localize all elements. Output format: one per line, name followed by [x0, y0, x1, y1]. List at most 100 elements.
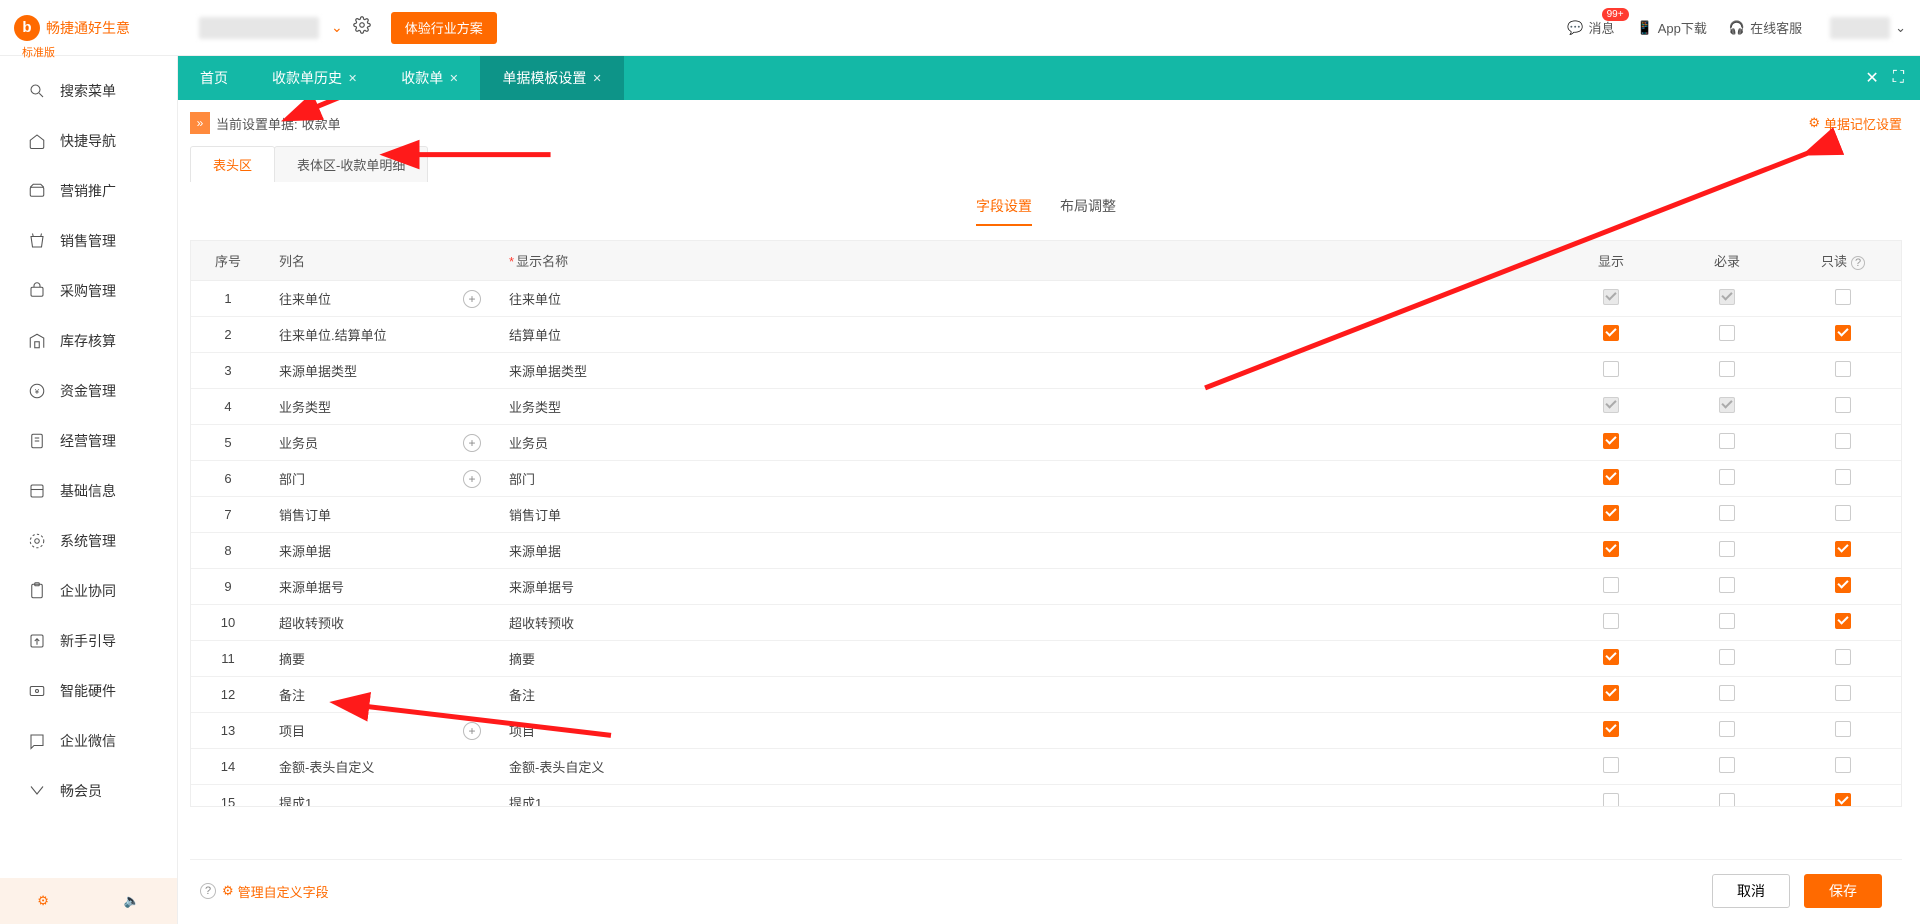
cell-display[interactable]: 来源单据	[495, 541, 1553, 560]
cell-display[interactable]: 项目	[495, 721, 1553, 740]
checkbox[interactable]	[1603, 541, 1619, 557]
sidebar-item[interactable]: 基础信息	[0, 466, 177, 516]
save-button[interactable]: 保存	[1804, 874, 1882, 908]
cell-display[interactable]: 备注	[495, 685, 1553, 704]
checkbox[interactable]	[1603, 757, 1619, 773]
checkbox[interactable]	[1835, 721, 1851, 737]
cell-display[interactable]: 业务员	[495, 433, 1553, 452]
checkbox[interactable]	[1835, 793, 1851, 806]
checkbox[interactable]	[1835, 757, 1851, 773]
checkbox[interactable]	[1719, 361, 1735, 377]
cell-display[interactable]: 摘要	[495, 649, 1553, 668]
sidebar-item[interactable]: ¥资金管理	[0, 366, 177, 416]
page-tab[interactable]: 收款单✕	[379, 56, 480, 100]
sidebar-item[interactable]: 采购管理	[0, 266, 177, 316]
cancel-button[interactable]: 取消	[1712, 874, 1790, 908]
checkbox[interactable]	[1603, 577, 1619, 593]
page-tab[interactable]: 单据模板设置✕	[480, 56, 623, 100]
sub-tab[interactable]: 布局调整	[1060, 196, 1116, 226]
cell-display[interactable]: 来源单据号	[495, 577, 1553, 596]
fullscreen-icon[interactable]: ⛶	[1893, 69, 1904, 87]
cell-display[interactable]: 业务类型	[495, 397, 1553, 416]
user-menu[interactable]: ⌄	[1824, 17, 1906, 39]
checkbox[interactable]	[1835, 397, 1851, 413]
checkbox[interactable]	[1603, 721, 1619, 737]
memory-settings-link[interactable]: ⚙ 单据记忆设置	[1808, 114, 1902, 133]
page-tab[interactable]: 首页	[178, 56, 250, 100]
close-icon[interactable]: ✕	[592, 72, 601, 85]
sidebar-item[interactable]: 搜索菜单	[0, 66, 177, 116]
sidebar-item[interactable]: 销售管理	[0, 216, 177, 266]
sidebar-item[interactable]: 智能硬件	[0, 666, 177, 716]
close-all-icon[interactable]: ✕	[1865, 68, 1878, 88]
cell-display[interactable]: 提成1	[495, 793, 1553, 806]
org-selector[interactable]: ⌄	[199, 17, 343, 39]
checkbox[interactable]	[1719, 469, 1735, 485]
checkbox[interactable]	[1603, 613, 1619, 629]
checkbox[interactable]	[1835, 433, 1851, 449]
close-icon[interactable]: ✕	[348, 72, 357, 85]
add-icon[interactable]: +	[463, 290, 481, 308]
sidebar-item[interactable]: 畅会员	[0, 766, 177, 816]
sound-icon[interactable]: 🔈	[124, 893, 140, 909]
checkbox[interactable]	[1719, 721, 1735, 737]
checkbox[interactable]	[1835, 541, 1851, 557]
checkbox[interactable]	[1719, 325, 1735, 341]
zone-tab[interactable]: 表头区	[190, 146, 275, 182]
checkbox[interactable]	[1603, 361, 1619, 377]
checkbox[interactable]	[1835, 649, 1851, 665]
checkbox[interactable]	[1719, 649, 1735, 665]
help-icon[interactable]: ?	[200, 883, 216, 899]
checkbox[interactable]	[1603, 433, 1619, 449]
checkbox[interactable]	[1603, 505, 1619, 521]
collapse-toggle-icon[interactable]: »	[190, 112, 210, 134]
checkbox[interactable]	[1719, 577, 1735, 593]
cell-display[interactable]: 往来单位	[495, 289, 1553, 308]
sidebar-item[interactable]: 系统管理	[0, 516, 177, 566]
cell-display[interactable]: 金额-表头自定义	[495, 757, 1553, 776]
checkbox[interactable]	[1719, 757, 1735, 773]
sidebar-item[interactable]: 快捷导航	[0, 116, 177, 166]
add-icon[interactable]: +	[463, 470, 481, 488]
app-download-link[interactable]: 📱 App下载	[1637, 18, 1707, 37]
custom-fields-link[interactable]: ⚙ 管理自定义字段	[222, 882, 329, 901]
sidebar-item[interactable]: 库存核算	[0, 316, 177, 366]
checkbox[interactable]	[1719, 793, 1735, 806]
add-icon[interactable]: +	[463, 722, 481, 740]
help-icon[interactable]: ?	[1851, 256, 1865, 270]
checkbox[interactable]	[1719, 541, 1735, 557]
checkbox[interactable]	[1835, 469, 1851, 485]
checkbox[interactable]	[1719, 685, 1735, 701]
add-icon[interactable]: +	[463, 434, 481, 452]
checkbox[interactable]	[1835, 289, 1851, 305]
sidebar-item[interactable]: 企业协同	[0, 566, 177, 616]
sub-tab[interactable]: 字段设置	[976, 196, 1032, 226]
checkbox[interactable]	[1719, 433, 1735, 449]
checkbox[interactable]	[1603, 685, 1619, 701]
checkbox[interactable]	[1719, 505, 1735, 521]
checkbox[interactable]	[1835, 577, 1851, 593]
sidebar-item[interactable]: 企业微信	[0, 716, 177, 766]
online-service-link[interactable]: 🎧 在线客服	[1729, 18, 1802, 37]
checkbox[interactable]	[1603, 325, 1619, 341]
sidebar-item[interactable]: 营销推广	[0, 166, 177, 216]
checkbox[interactable]	[1719, 613, 1735, 629]
checkbox[interactable]	[1603, 649, 1619, 665]
gear-icon[interactable]: ⚙	[37, 893, 49, 909]
sidebar-item[interactable]: 新手引导	[0, 616, 177, 666]
checkbox[interactable]	[1835, 685, 1851, 701]
checkbox[interactable]	[1835, 505, 1851, 521]
close-icon[interactable]: ✕	[449, 72, 458, 85]
checkbox[interactable]	[1603, 793, 1619, 806]
checkbox[interactable]	[1835, 613, 1851, 629]
messages-link[interactable]: 💬 消息 99+	[1567, 18, 1614, 37]
cell-display[interactable]: 部门	[495, 469, 1553, 488]
sidebar-item[interactable]: 经营管理	[0, 416, 177, 466]
checkbox[interactable]	[1603, 469, 1619, 485]
cell-display[interactable]: 来源单据类型	[495, 361, 1553, 380]
cell-display[interactable]: 结算单位	[495, 325, 1553, 344]
gear-icon[interactable]	[353, 16, 371, 39]
checkbox[interactable]	[1835, 325, 1851, 341]
page-tab[interactable]: 收款单历史✕	[250, 56, 379, 100]
checkbox[interactable]	[1835, 361, 1851, 377]
